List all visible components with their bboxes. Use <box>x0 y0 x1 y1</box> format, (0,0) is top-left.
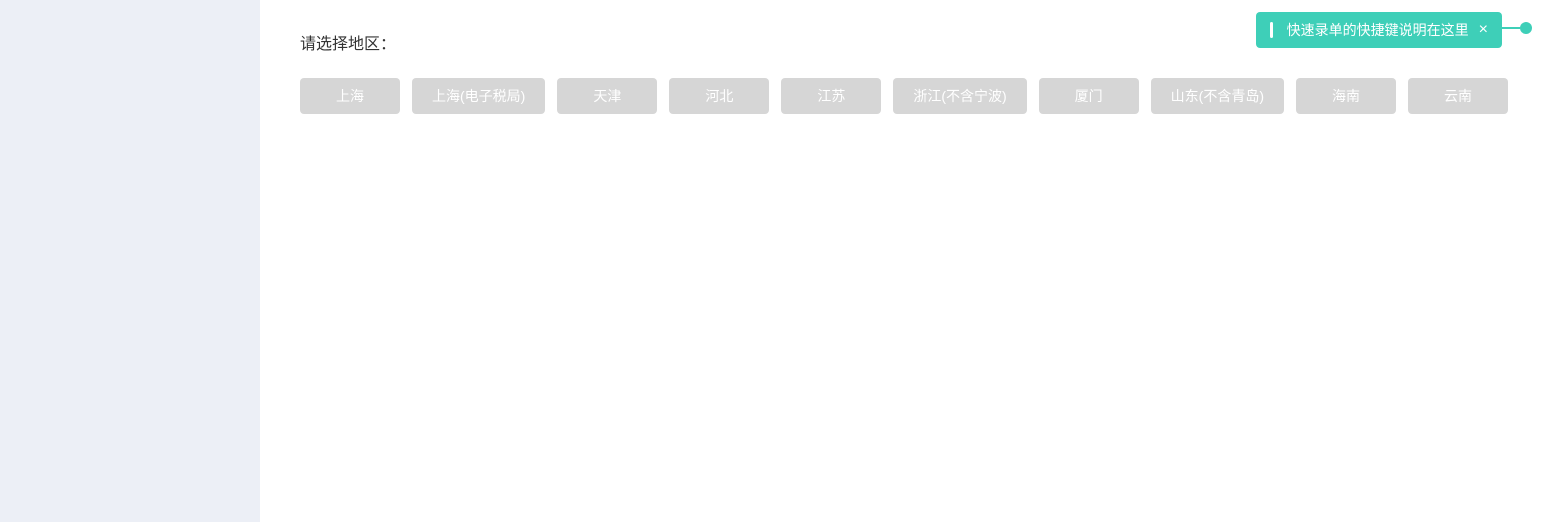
main-content: 请选择地区： 上海上海(电子税局)天津河北江苏浙江(不含宁波)厦门山东(不含青岛… <box>260 0 1562 522</box>
region-btn-shanghai[interactable]: 上海 <box>300 78 400 114</box>
tooltip-line <box>1502 27 1520 29</box>
region-btn-xiamen[interactable]: 厦门 <box>1039 78 1139 114</box>
region-btn-hainan[interactable]: 海南 <box>1296 78 1396 114</box>
tooltip-text: 快速录单的快捷键说明在这里 <box>1287 20 1469 40</box>
region-btn-hebei[interactable]: 河北 <box>669 78 769 114</box>
sidebar <box>0 0 260 522</box>
tooltip-dot <box>1520 22 1532 34</box>
region-btn-jiangsu[interactable]: 江苏 <box>781 78 881 114</box>
tooltip-banner: 快速录单的快捷键说明在这里 × <box>1256 12 1502 48</box>
region-btn-yunnan[interactable]: 云南 <box>1408 78 1508 114</box>
region-buttons: 上海上海(电子税局) 天津河北江苏浙江(不含宁波) 厦门山东(不含青岛) 海南云南 <box>300 78 1522 114</box>
region-btn-shandong[interactable]: 山东(不含青岛) <box>1151 78 1284 114</box>
region-btn-tianjin[interactable]: 天津 <box>557 78 657 114</box>
region-btn-shanghai-etax[interactable]: 上海(电子税局) <box>412 78 545 114</box>
region-btn-zhejiang[interactable]: 浙江(不含宁波) <box>893 78 1026 114</box>
tooltip-close-button[interactable]: × <box>1479 22 1488 38</box>
